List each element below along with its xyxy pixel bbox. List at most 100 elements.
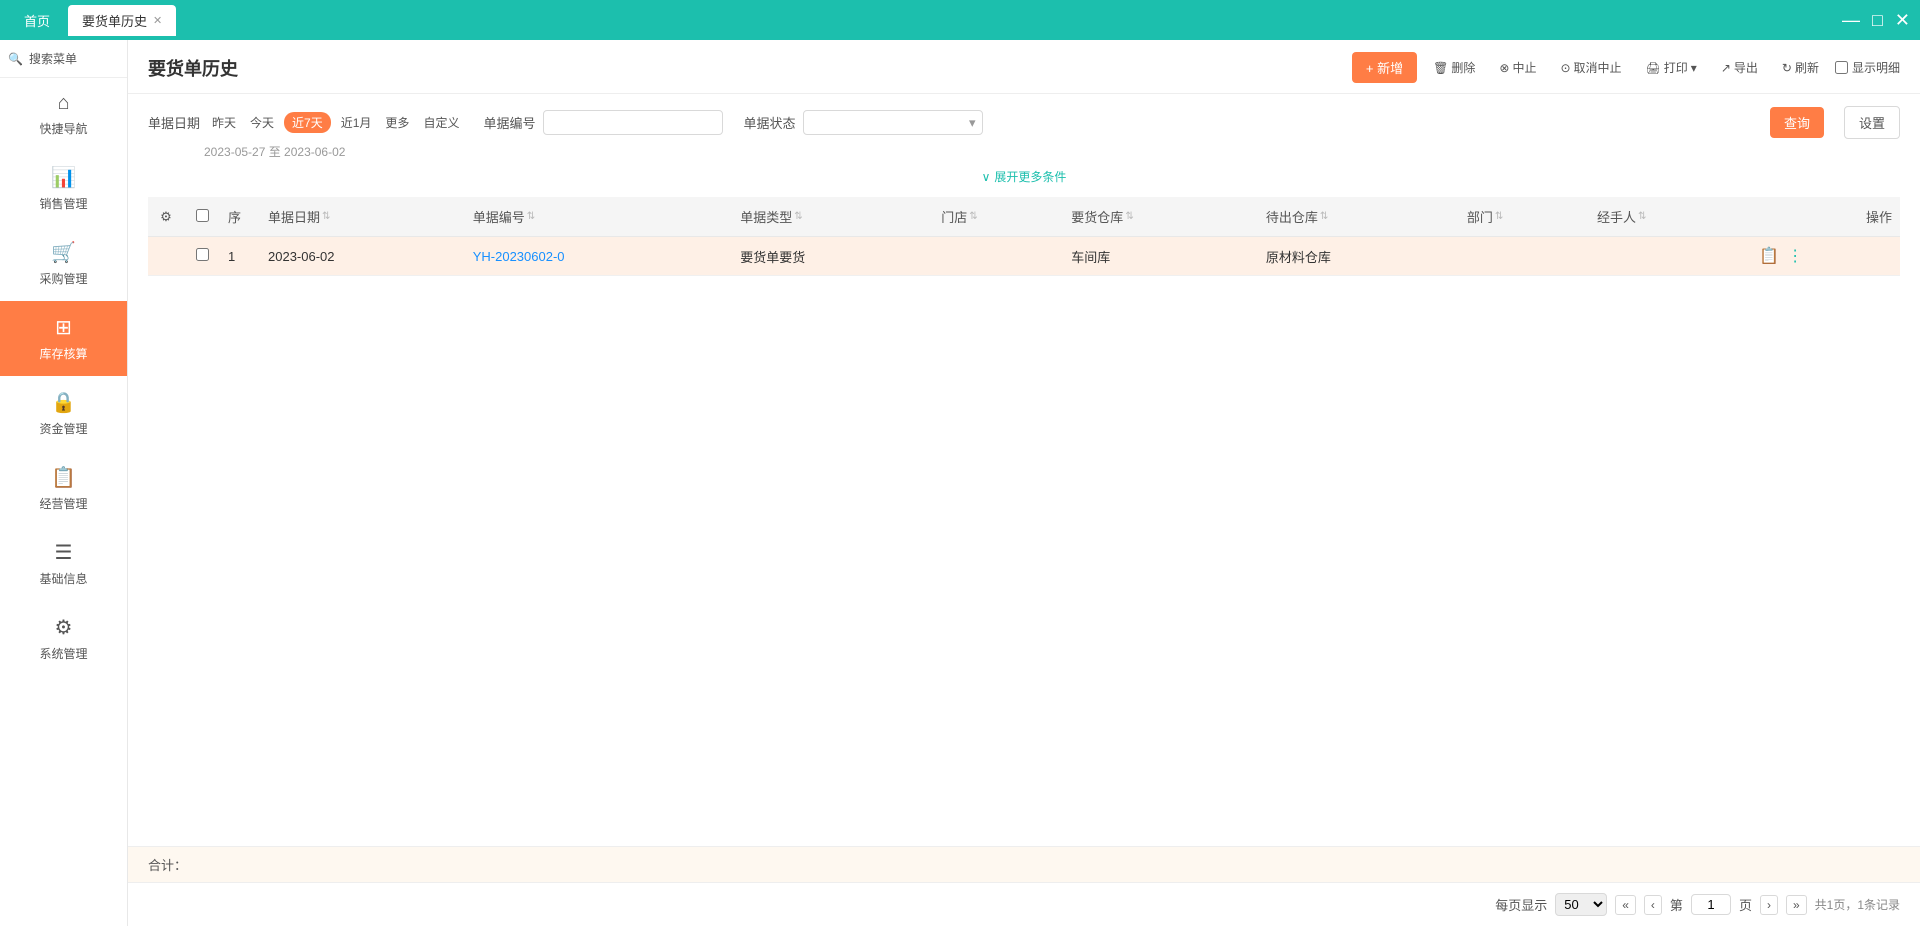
th-handler[interactable]: 经手人⇅ (1589, 197, 1751, 237)
export-icon: ↗ (1721, 61, 1731, 75)
sidebar-item-purchase[interactable]: 🛒 采购管理 (0, 226, 127, 301)
lock-icon: 🔒 (51, 390, 76, 415)
maximize-icon[interactable]: □ (1872, 10, 1883, 31)
tab-home-label: 首页 (24, 11, 50, 30)
table-settings-icon[interactable]: ⚙ (160, 209, 172, 224)
page-input[interactable] (1691, 894, 1731, 915)
sidebar-item-label: 系统管理 (39, 645, 87, 662)
th-pending-warehouse-label: 待出仓库 (1266, 207, 1318, 226)
gear-icon: ⚙ (55, 615, 73, 640)
row-edit-icon[interactable]: 📋 (1759, 246, 1779, 266)
sidebar-item-operations[interactable]: 📋 经营管理 (0, 451, 127, 526)
new-button[interactable]: + 新增 (1352, 52, 1417, 83)
date-filter: 单据日期 昨天 今天 近7天 近1月 更多 自定义 (148, 112, 463, 133)
sidebar-search-label: 搜索菜单 (29, 50, 77, 67)
sort-date-icon: ⇅ (322, 211, 330, 222)
row-no: 1 (220, 237, 260, 276)
display-detail-input[interactable] (1835, 61, 1848, 74)
sidebar-item-sales[interactable]: 📊 销售管理 (0, 151, 127, 226)
date-btn-more[interactable]: 更多 (381, 112, 413, 133)
per-page-label: 每页显示 (1495, 895, 1547, 914)
sidebar-item-finance[interactable]: 🔒 资金管理 (0, 376, 127, 451)
cancel-stop-label: 取消中止 (1574, 59, 1622, 76)
per-page-select[interactable]: 10 20 50 100 (1555, 893, 1607, 916)
date-btn-custom[interactable]: 自定义 (419, 112, 463, 133)
settings-button[interactable]: 设置 (1844, 106, 1900, 139)
prev-page-button[interactable]: ‹ (1644, 895, 1662, 915)
row-check-cell[interactable] (184, 237, 220, 276)
status-select[interactable] (803, 110, 983, 135)
date-btn-yesterday[interactable]: 昨天 (208, 112, 240, 133)
select-all-checkbox[interactable] (196, 209, 209, 222)
expand-more-label: 展开更多条件 (994, 168, 1066, 185)
th-department[interactable]: 部门⇅ (1459, 197, 1589, 237)
stop-button[interactable]: ⊗ 中止 (1491, 55, 1544, 80)
page-suffix: 页 (1739, 895, 1752, 914)
print-button[interactable]: 🖨 打印 ▾ (1638, 55, 1705, 80)
th-req-warehouse[interactable]: 要货仓库⇅ (1063, 197, 1258, 237)
refresh-icon: ↻ (1782, 61, 1792, 75)
footer-summary: 合计： (128, 846, 1920, 882)
sidebar-item-basic[interactable]: ☰ 基础信息 (0, 526, 127, 601)
delete-icon: 🗑 (1433, 61, 1448, 75)
date-filter-buttons: 昨天 今天 近7天 近1月 更多 自定义 (208, 112, 463, 133)
row-store (933, 237, 1063, 276)
cart-icon: 🛒 (51, 240, 76, 265)
refresh-button[interactable]: ↻ 刷新 (1774, 55, 1827, 80)
refresh-label: 刷新 (1795, 59, 1819, 76)
th-bill-no[interactable]: 单据编号⇅ (465, 197, 733, 237)
row-req-warehouse: 车间库 (1063, 237, 1258, 276)
row-more-icon[interactable]: ⋮ (1787, 246, 1803, 266)
delete-button[interactable]: 🗑 删除 (1425, 55, 1483, 80)
date-btn-7days[interactable]: 近7天 (284, 112, 331, 133)
page-label: 第 (1670, 895, 1683, 914)
row-checkbox[interactable] (196, 248, 209, 261)
first-page-button[interactable]: « (1615, 895, 1636, 915)
chart-icon: 📊 (51, 165, 76, 190)
bill-no-link[interactable]: YH-20230602-0 (473, 249, 565, 264)
bill-no-input[interactable] (543, 110, 723, 135)
sidebar-item-quick-nav[interactable]: ⌂ 快捷导航 (0, 78, 127, 151)
date-btn-today[interactable]: 今天 (246, 112, 278, 133)
sort-pending-warehouse-icon: ⇅ (1320, 211, 1328, 222)
row-date: 2023-06-02 (260, 237, 465, 276)
bill-no-label: 单据编号 (483, 113, 535, 132)
expand-more-button[interactable]: ∨ 展开更多条件 (148, 168, 1900, 185)
tab-bill-history[interactable]: 要货单历史 ✕ (68, 5, 176, 36)
date-btn-1month[interactable]: 近1月 (337, 112, 376, 133)
minimize-icon[interactable]: — (1842, 10, 1860, 31)
sidebar: 🔍 搜索菜单 ⌂ 快捷导航 📊 销售管理 🛒 采购管理 ⊞ 库存核算 🔒 资金管… (0, 40, 128, 926)
cancel-stop-button[interactable]: ⊙ 取消中止 (1552, 55, 1629, 80)
close-window-icon[interactable]: ✕ (1895, 10, 1910, 31)
filter-row: 单据日期 昨天 今天 近7天 近1月 更多 自定义 单据编号 (148, 106, 1900, 139)
table-row: 1 2023-06-02 YH-20230602-0 要货单要货 车间库 原材料… (148, 237, 1900, 276)
th-settings[interactable]: ⚙ (148, 197, 184, 237)
export-button[interactable]: ↗ 导出 (1713, 55, 1766, 80)
th-store[interactable]: 门店⇅ (933, 197, 1063, 237)
list-icon: ☰ (55, 540, 73, 565)
sort-bill-no-icon: ⇅ (527, 211, 535, 222)
next-page-button[interactable]: › (1760, 895, 1778, 915)
tab-close-icon[interactable]: ✕ (153, 14, 162, 27)
th-pending-warehouse[interactable]: 待出仓库⇅ (1258, 197, 1459, 237)
page-header: 要货单历史 + 新增 🗑 删除 ⊗ 中止 ⊙ 取消中止 (128, 40, 1920, 94)
summary-label: 合计： (148, 855, 187, 874)
query-button[interactable]: 查询 (1770, 107, 1824, 138)
sidebar-item-inventory[interactable]: ⊞ 库存核算 (0, 301, 127, 376)
sort-bill-type-icon: ⇅ (794, 211, 802, 222)
sidebar-item-system[interactable]: ⚙ 系统管理 (0, 601, 127, 676)
th-date[interactable]: 单据日期⇅ (260, 197, 465, 237)
th-bill-type[interactable]: 单据类型⇅ (732, 197, 933, 237)
th-check[interactable] (184, 197, 220, 237)
display-detail-checkbox[interactable]: 显示明细 (1835, 59, 1900, 76)
stop-icon: ⊗ (1499, 61, 1509, 75)
top-bar: 首页 要货单历史 ✕ — □ ✕ (0, 0, 1920, 40)
date-range-display: 2023-05-27 至 2023-06-02 (204, 143, 1900, 160)
sidebar-search[interactable]: 🔍 搜索菜单 (0, 40, 127, 78)
row-handler (1589, 237, 1751, 276)
tab-home[interactable]: 首页 (10, 5, 64, 36)
last-page-button[interactable]: » (1786, 895, 1807, 915)
row-bill-no[interactable]: YH-20230602-0 (465, 237, 733, 276)
data-table: ⚙ 序 单据日期⇅ 单据编号⇅ 单据类型⇅ (148, 197, 1900, 276)
inventory-icon: ⊞ (55, 315, 72, 340)
